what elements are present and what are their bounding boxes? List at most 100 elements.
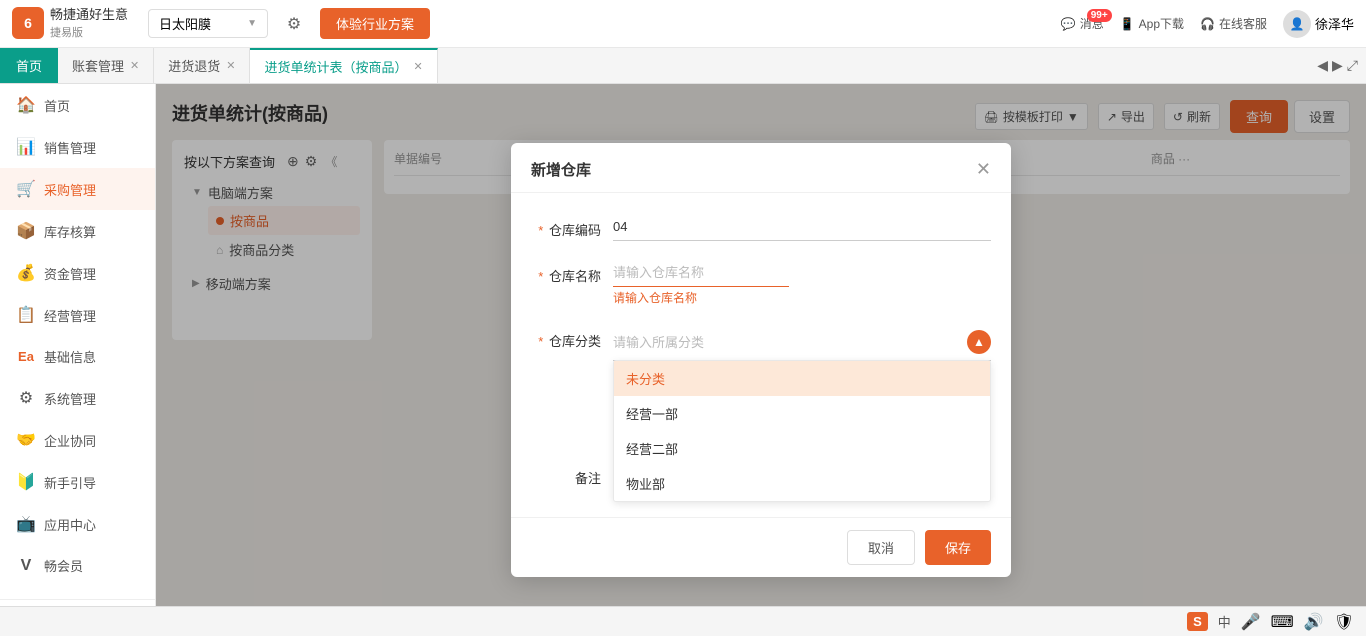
sidebar-item-inventory[interactable]: 📦 库存核算 (0, 210, 155, 252)
dialog-close-button[interactable]: ✕ (976, 159, 991, 180)
category-chevron-icon[interactable]: ▲ (967, 330, 991, 354)
required-cat-marker: * (538, 334, 543, 349)
required-marker: * (538, 223, 543, 238)
notification-button[interactable]: 💬 99+ 消息 (1061, 15, 1104, 32)
add-warehouse-dialog: 新增仓库 ✕ * 仓库编码 (511, 143, 1011, 577)
tab-purchase-stats[interactable]: 进货单统计表（按商品） ✕ (250, 48, 437, 83)
cancel-button[interactable]: 取消 (847, 530, 915, 565)
cat-option-uncategorized[interactable]: 未分类 (614, 361, 990, 396)
sidebar-item-home[interactable]: 🏠 首页 (0, 84, 155, 126)
category-input[interactable] (613, 335, 967, 350)
app-download-button[interactable]: 📱 App下载 (1120, 15, 1184, 32)
inventory-icon: 📦 (16, 221, 36, 241)
sidebar-item-finance[interactable]: 💰 资金管理 (0, 252, 155, 294)
sidebar-item-purchase-label: 采购管理 (44, 180, 96, 199)
required-name-marker: * (538, 269, 543, 284)
sidebar-item-system[interactable]: ⚙ 系统管理 (0, 377, 155, 419)
apps-icon: 📺 (16, 514, 36, 534)
code-row: * 仓库编码 (531, 213, 991, 241)
name-input[interactable] (613, 259, 789, 287)
sidebar-item-inventory-label: 库存核算 (44, 222, 96, 241)
status-bar: S 中 🎤 ⌨ 🔊 🛡 (0, 606, 1366, 636)
sidebar-item-home-label: 首页 (44, 96, 70, 115)
tab-purchase-return-label: 进货退货 (168, 56, 220, 75)
category-field-wrap: ▲ 未分类 经营一部 经营二部 物业部 (613, 324, 991, 361)
chevron-down-icon: ▼ (247, 18, 257, 29)
user-menu[interactable]: 👤 徐泽华 (1283, 10, 1354, 38)
tab-purchase-return[interactable]: 进货退货 ✕ (154, 48, 250, 83)
sidebar-item-guide-label: 新手引导 (44, 473, 96, 492)
cat-option-dept1[interactable]: 经营一部 (614, 396, 990, 431)
name-error-msg: 请输入仓库名称 (613, 289, 789, 306)
sales-icon: 📊 (16, 137, 36, 157)
header-right: 💬 99+ 消息 📱 App下载 🎧 在线客服 👤 徐泽华 (1061, 10, 1354, 38)
sidebar-item-sales[interactable]: 📊 销售管理 (0, 126, 155, 168)
status-icon-chinese[interactable]: 中 (1218, 612, 1231, 631)
logo-area: 6 畅捷通好生意 捷易版 (12, 7, 128, 40)
notification-badge: 99+ (1087, 9, 1112, 22)
cat-option-property[interactable]: 物业部 (614, 466, 990, 501)
cat-option-dept2[interactable]: 经营二部 (614, 431, 990, 466)
home-icon: 🏠 (16, 95, 36, 115)
dialog-footer: 取消 保存 (511, 517, 1011, 577)
sidebar-item-vip[interactable]: V 畅会员 (0, 545, 155, 586)
tab-home-label: 首页 (16, 56, 42, 75)
note-label-text: 备注 (575, 471, 601, 486)
sidebar-item-guide[interactable]: 🔰 新手引导 (0, 461, 155, 503)
sidebar-item-basics-label: 基础信息 (44, 347, 96, 366)
operations-icon: 📋 (16, 305, 36, 325)
app-icon: 📱 (1120, 17, 1135, 31)
code-input[interactable] (613, 213, 991, 241)
code-label: * 仓库编码 (531, 213, 601, 239)
logo-text: 畅捷通好生意 (50, 7, 128, 24)
name-row-inner: * 仓库名称 请输入仓库名称 (531, 259, 789, 306)
sidebar-item-enterprise-label: 企业协同 (44, 431, 96, 450)
modal-overlay: 新增仓库 ✕ * 仓库编码 (156, 84, 1366, 636)
tab-spacer (438, 48, 1310, 83)
store-name: 日太阳膜 (159, 14, 211, 33)
dialog-title: 新增仓库 (531, 159, 591, 180)
sidebar-item-enterprise[interactable]: 🤝 企业协同 (0, 419, 155, 461)
tab-purchase-return-close[interactable]: ✕ (226, 59, 235, 72)
tab-home[interactable]: 首页 (0, 48, 58, 83)
sidebar-item-purchase[interactable]: 🛒 采购管理 (0, 168, 155, 210)
gear-button[interactable]: ⚙ (278, 8, 310, 40)
dialog-body: * 仓库编码 * 仓库名称 (511, 193, 1011, 517)
brand-s-icon: S (1187, 612, 1208, 631)
tab-next-icon[interactable]: ▶ (1332, 57, 1343, 74)
tab-actions: ◀ ▶ ⤢ (1309, 48, 1366, 83)
category-label-text: 仓库分类 (549, 334, 601, 349)
status-icon-keyboard[interactable]: ⌨ (1271, 612, 1294, 632)
tab-prev-icon[interactable]: ◀ (1317, 57, 1328, 74)
tab-accounts[interactable]: 账套管理 ✕ (58, 48, 154, 83)
service-label: 在线客服 (1219, 15, 1267, 32)
finance-icon: 💰 (16, 263, 36, 283)
tab-accounts-close[interactable]: ✕ (130, 59, 139, 72)
user-name: 徐泽华 (1315, 14, 1354, 33)
sidebar-item-finance-label: 资金管理 (44, 264, 96, 283)
status-icon-speaker[interactable]: 🔊 (1304, 612, 1324, 632)
tab-purchase-stats-close[interactable]: ✕ (414, 60, 423, 73)
sidebar: 🏠 首页 📊 销售管理 🛒 采购管理 📦 库存核算 💰 资金管理 📋 经营管理 … (0, 84, 156, 636)
tab-accounts-label: 账套管理 (72, 56, 124, 75)
sidebar-item-apps-label: 应用中心 (44, 515, 96, 534)
sidebar-item-apps[interactable]: 📺 应用中心 (0, 503, 155, 545)
category-dropdown: 未分类 经营一部 经营二部 物业部 (613, 360, 991, 502)
avatar: 👤 (1283, 10, 1311, 38)
sidebar-item-basics[interactable]: Ea 基础信息 (0, 336, 155, 377)
sidebar-item-vip-label: 畅会员 (44, 556, 83, 575)
tab-expand-icon[interactable]: ⤢ (1347, 57, 1358, 74)
logo-sub: 捷易版 (50, 24, 128, 40)
content-area: 进货单统计(按商品) 🖨 按模板打印 ▼ ↗ 导出 ↺ 刷新 查询 设置 (156, 84, 1366, 636)
trial-button[interactable]: 体验行业方案 (320, 8, 430, 39)
status-icon-shield[interactable]: 🛡 (1334, 612, 1354, 632)
vip-icon: V (16, 557, 36, 575)
name-label-text: 仓库名称 (549, 269, 601, 284)
sidebar-item-operations[interactable]: 📋 经营管理 (0, 294, 155, 336)
category-label: * 仓库分类 (531, 324, 601, 350)
logo-text-block: 畅捷通好生意 捷易版 (50, 7, 128, 40)
save-button[interactable]: 保存 (925, 530, 991, 565)
status-icon-mic[interactable]: 🎤 (1241, 612, 1261, 632)
service-button[interactable]: 🎧 在线客服 (1200, 15, 1267, 32)
store-selector[interactable]: 日太阳膜 ▼ (148, 9, 268, 38)
